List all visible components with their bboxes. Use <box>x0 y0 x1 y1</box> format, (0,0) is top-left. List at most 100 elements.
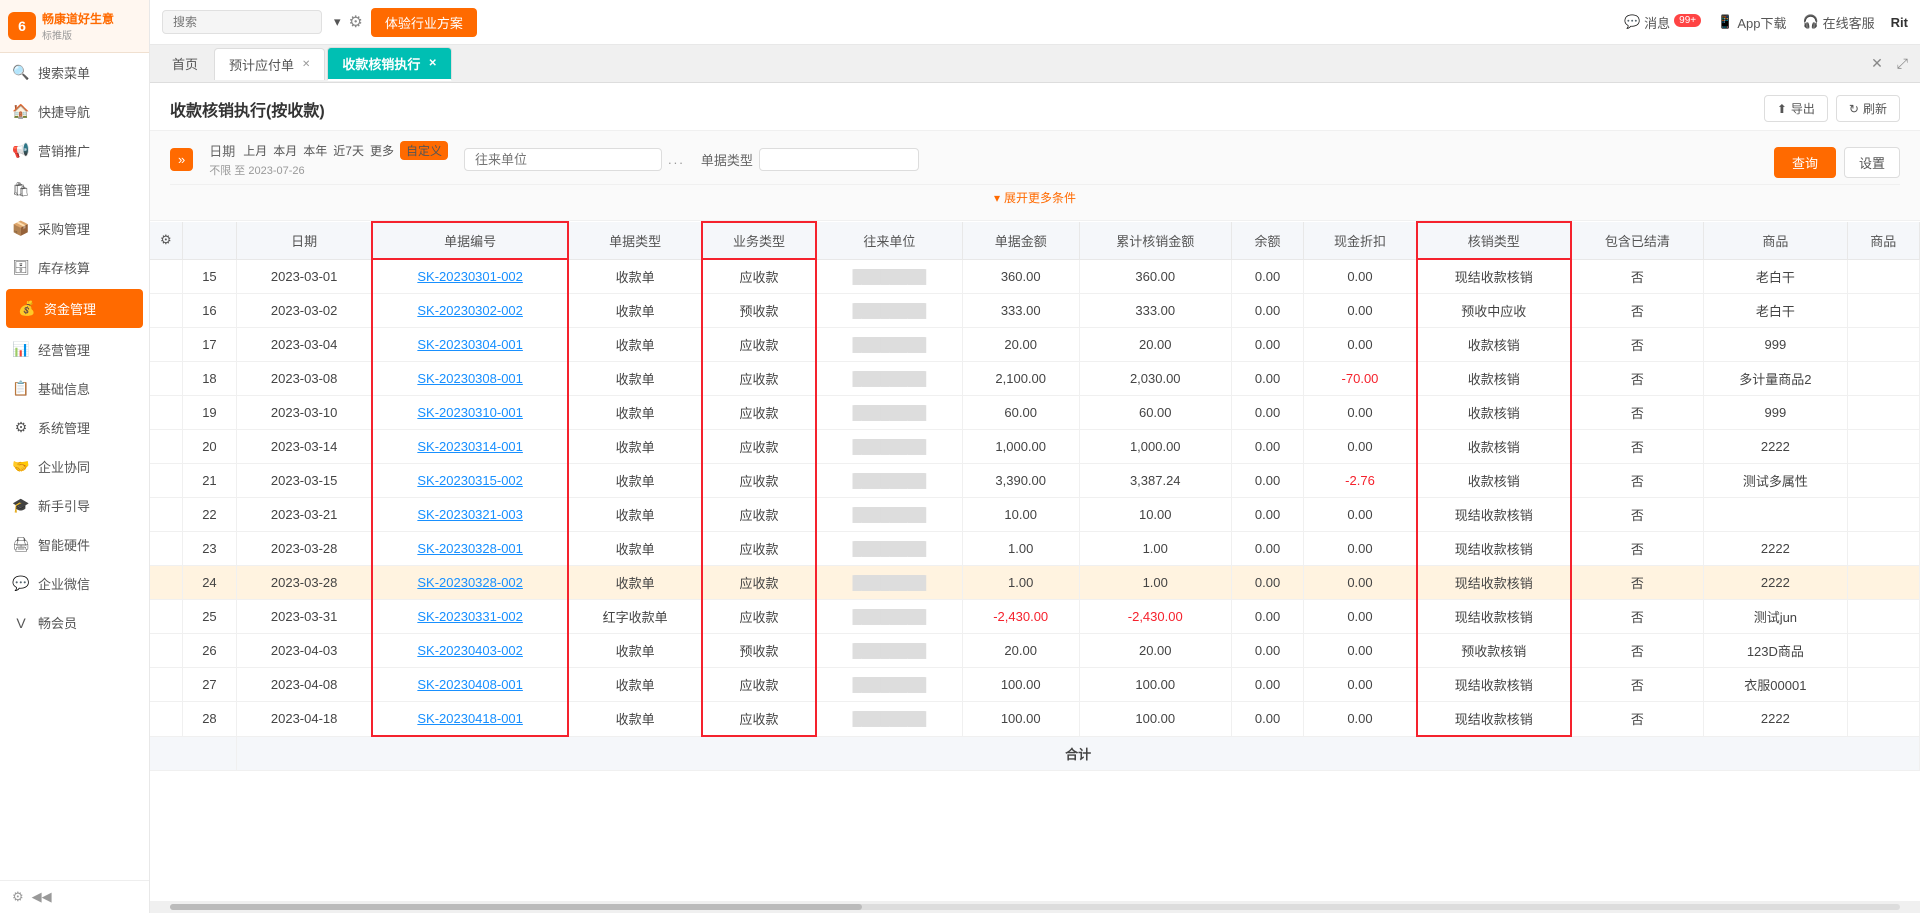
filter-area: » 日期 上月 本月 本年 近7天 更多 自定义 不限 <box>150 131 1920 221</box>
bill-no-link[interactable]: SK-20230301-002 <box>417 269 523 284</box>
cell-bill-amount: 60.00 <box>962 396 1079 430</box>
table-row[interactable]: 17 2023-03-04 SK-20230304-001 收款单 应收款 ██… <box>150 328 1920 362</box>
cell-no: 16 <box>182 294 237 328</box>
sidebar-item-enterprise[interactable]: 🤝 企业协同 <box>0 447 149 486</box>
sidebar-item-wechat[interactable]: 💬 企业微信 <box>0 564 149 603</box>
app-download-link[interactable]: 📱 App下载 <box>1717 13 1786 32</box>
sidebar-item-sales[interactable]: 🛍 销售管理 <box>0 170 149 209</box>
tab-prepay-close[interactable]: ✕ <box>302 59 310 70</box>
col-header-verify-type: 核销类型 <box>1417 222 1571 259</box>
topbar-dropdown[interactable]: ▾ <box>330 14 341 30</box>
table-row[interactable]: 21 2023-03-15 SK-20230315-002 收款单 应收款 ██… <box>150 464 1920 498</box>
filter-this-year[interactable]: 本年 <box>303 142 327 159</box>
table-scrollbar[interactable] <box>150 901 1920 913</box>
expand-conditions-button[interactable]: ▾ 展开更多条件 <box>994 189 1076 206</box>
cell-settings <box>150 498 182 532</box>
bill-no-link[interactable]: SK-20230310-001 <box>417 405 523 420</box>
export-button[interactable]: ⬆ 导出 <box>1764 95 1828 122</box>
filter-unit-input[interactable] <box>464 148 662 171</box>
online-service-link[interactable]: 🎧 在线客服 <box>1802 13 1874 32</box>
sidebar-item-shortcut[interactable]: 🏠 快捷导航 <box>0 92 149 131</box>
table-row[interactable]: 23 2023-03-28 SK-20230328-001 收款单 应收款 ██… <box>150 532 1920 566</box>
sidebar-item-hardware[interactable]: 🖨 智能硬件 <box>0 525 149 564</box>
bill-no-link[interactable]: SK-20230331-002 <box>417 609 523 624</box>
table-row[interactable]: 20 2023-03-14 SK-20230314-001 收款单 应收款 ██… <box>150 430 1920 464</box>
bill-no-link[interactable]: SK-20230308-001 <box>417 371 523 386</box>
sidebar-item-basic[interactable]: 📋 基础信息 <box>0 369 149 408</box>
bill-no-link[interactable]: SK-20230418-001 <box>417 711 523 726</box>
bill-no-link[interactable]: SK-20230314-001 <box>417 439 523 454</box>
sidebar-item-system[interactable]: ⚙ 系统管理 <box>0 408 149 447</box>
bill-no-link[interactable]: SK-20230321-003 <box>417 507 523 522</box>
bill-no-link[interactable]: SK-20230328-002 <box>417 575 523 590</box>
tab-receipt-verify[interactable]: 收款核销执行 ✕ <box>327 47 451 81</box>
table-row[interactable]: 25 2023-03-31 SK-20230331-002 红字收款单 应收款 … <box>150 600 1920 634</box>
refresh-button[interactable]: ↻ 刷新 <box>1836 95 1900 122</box>
filter-custom[interactable]: 自定义 <box>400 141 448 160</box>
filter-more[interactable]: 更多 <box>370 142 394 159</box>
cell-balance: 0.00 <box>1231 464 1303 498</box>
table-row[interactable]: 19 2023-03-10 SK-20230310-001 收款单 应收款 ██… <box>150 396 1920 430</box>
chevron-down-icon: ▾ <box>334 14 341 30</box>
bill-no-link[interactable]: SK-20230304-001 <box>417 337 523 352</box>
message-area[interactable]: 💬 消息 99+ <box>1624 13 1701 32</box>
filter-this-month[interactable]: 本月 <box>273 142 297 159</box>
settings-footer-icon[interactable]: ⚙ <box>12 889 24 905</box>
scrollbar-thumb[interactable] <box>170 904 862 910</box>
chevron-down-expand-icon: ▾ <box>994 191 1000 205</box>
table-row[interactable]: 24 2023-03-28 SK-20230328-002 收款单 应收款 ██… <box>150 566 1920 600</box>
topbar-gear-icon[interactable]: ⚙ <box>349 12 363 32</box>
filter-7days[interactable]: 近7天 <box>333 142 364 159</box>
cell-bill-amount: 360.00 <box>962 259 1079 294</box>
sidebar-item-operation[interactable]: 📊 经营管理 <box>0 330 149 369</box>
user-name[interactable]: Rit <box>1891 15 1908 30</box>
col-header-settings[interactable]: ⚙ <box>150 222 182 259</box>
bill-no-link[interactable]: SK-20230315-002 <box>417 473 523 488</box>
table-row[interactable]: 22 2023-03-21 SK-20230321-003 收款单 应收款 ██… <box>150 498 1920 532</box>
setting-button[interactable]: 设置 <box>1844 147 1900 178</box>
bill-no-link[interactable]: SK-20230302-002 <box>417 303 523 318</box>
cell-verify-type: 现结收款核销 <box>1417 668 1571 702</box>
sidebar-item-guide[interactable]: 🎓 新手引导 <box>0 486 149 525</box>
table-row[interactable]: 18 2023-03-08 SK-20230308-001 收款单 应收款 ██… <box>150 362 1920 396</box>
bill-no-link[interactable]: SK-20230408-001 <box>417 677 523 692</box>
filter-last-month[interactable]: 上月 <box>243 142 267 159</box>
table-row[interactable]: 28 2023-04-18 SK-20230418-001 收款单 应收款 ██… <box>150 702 1920 737</box>
bill-no-link[interactable]: SK-20230403-002 <box>417 643 523 658</box>
sidebar-menu: 🔍 搜索菜单 🏠 快捷导航 📢 营销推广 🛍 销售管理 📦 采购管理 🗄 库存核… <box>0 53 149 880</box>
table-row[interactable]: 26 2023-04-03 SK-20230403-002 收款单 预收款 ██… <box>150 634 1920 668</box>
sidebar-item-search[interactable]: 🔍 搜索菜单 <box>0 53 149 92</box>
sidebar-item-marketing[interactable]: 📢 营销推广 <box>0 131 149 170</box>
search-input[interactable] <box>162 10 322 34</box>
tab-receipt-label: 收款核销执行 <box>342 54 420 73</box>
sidebar-item-member[interactable]: V 畅会员 <box>0 603 149 642</box>
cell-include-settled: 否 <box>1571 328 1704 362</box>
table-wrapper[interactable]: ⚙ 日期 单据编号 单据类型 业务类型 往来单位 单据金额 累计核销金额 余额 … <box>150 221 1920 901</box>
cell-include-settled: 否 <box>1571 600 1704 634</box>
cell-include-settled: 否 <box>1571 634 1704 668</box>
cell-cash-discount: 0.00 <box>1304 532 1417 566</box>
tab-home[interactable]: 首页 <box>158 48 212 79</box>
sidebar-item-finance[interactable]: 💰 资金管理 <box>6 289 143 328</box>
cell-cash-discount: 0.00 <box>1304 498 1417 532</box>
bill-no-link[interactable]: SK-20230328-001 <box>417 541 523 556</box>
tab-receipt-close[interactable]: ✕ <box>428 58 436 69</box>
table-row[interactable]: 16 2023-03-02 SK-20230302-002 收款单 预收款 ██… <box>150 294 1920 328</box>
tab-maximize-icon[interactable]: ⤢ <box>1893 51 1912 76</box>
table-row[interactable]: 27 2023-04-08 SK-20230408-001 收款单 应收款 ██… <box>150 668 1920 702</box>
collapse-icon[interactable]: ◀◀ <box>32 889 52 905</box>
table-row[interactable]: 15 2023-03-01 SK-20230301-002 收款单 应收款 ██… <box>150 259 1920 294</box>
cell-verify-amount: 3,387.24 <box>1079 464 1231 498</box>
tab-close-all[interactable]: ✕ <box>1863 51 1891 76</box>
tab-prepay[interactable]: 预计应付单 ✕ <box>214 48 325 80</box>
cell-verify-type: 现结收款核销 <box>1417 532 1571 566</box>
solution-button[interactable]: 体验行业方案 <box>371 8 477 37</box>
logo-sub: 标推版 <box>42 27 114 42</box>
cell-bill-type: 收款单 <box>568 464 702 498</box>
sidebar-item-inventory[interactable]: 🗄 库存核算 <box>0 248 149 287</box>
filter-type-select[interactable] <box>759 148 919 171</box>
gear-col-icon[interactable]: ⚙ <box>160 232 172 247</box>
filter-toggle-button[interactable]: » <box>170 148 193 171</box>
sidebar-item-purchase[interactable]: 📦 采购管理 <box>0 209 149 248</box>
query-button[interactable]: 查询 <box>1774 147 1836 178</box>
